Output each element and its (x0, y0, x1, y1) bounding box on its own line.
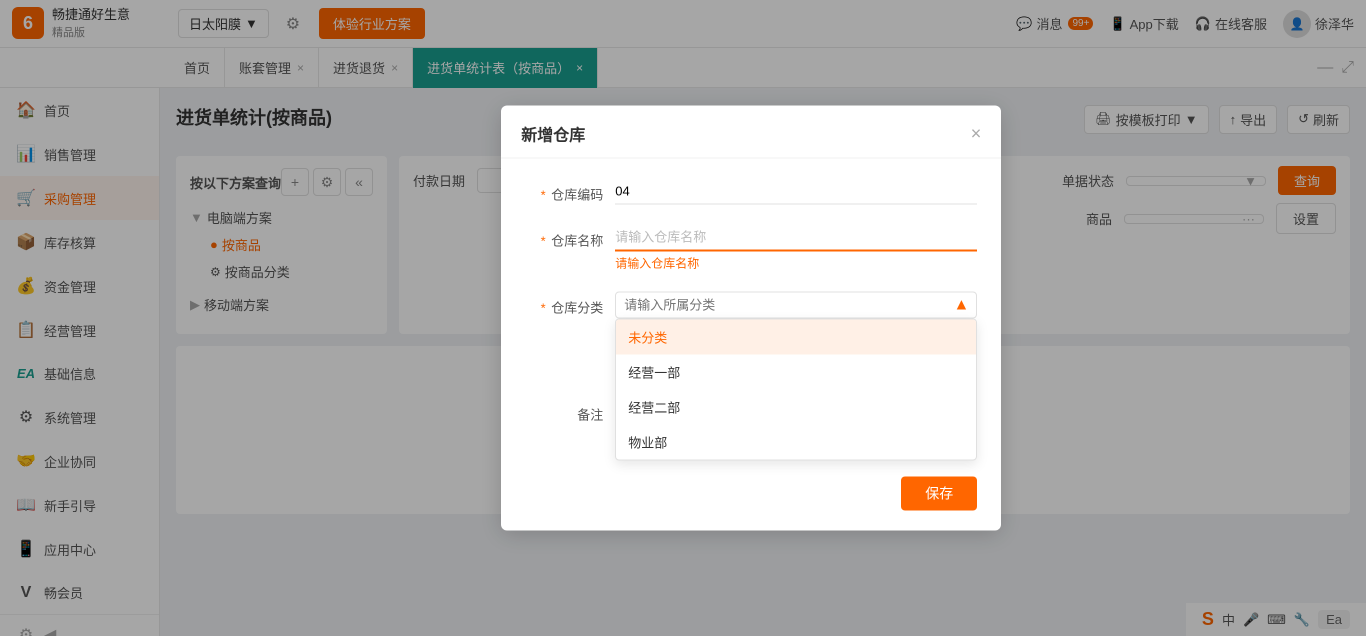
required-star-name: * (541, 234, 546, 249)
dropdown-item-dept1[interactable]: 经营一部 (616, 355, 976, 390)
required-star-cat: * (541, 301, 546, 316)
form-row-category: * 仓库分类 ▲ 未分类 经营一部 经营二部 物业部 (525, 292, 977, 319)
modal-body: * 仓库编码 * 仓库名称 请输入仓库名称 * 仓库分类 (501, 159, 1001, 465)
dropdown-item-property[interactable]: 物业部 (616, 425, 976, 460)
required-star: * (541, 188, 546, 203)
dropdown-item-unclassified[interactable]: 未分类 (616, 320, 976, 355)
form-row-name: * 仓库名称 请输入仓库名称 (525, 225, 977, 272)
name-error-msg: 请输入仓库名称 (615, 255, 977, 272)
category-input[interactable] (615, 292, 977, 319)
modal-footer: 保存 (501, 465, 1001, 531)
code-label: * 仓库编码 (525, 179, 615, 204)
code-input[interactable] (615, 179, 977, 205)
name-label: * 仓库名称 (525, 225, 615, 250)
name-input-wrap: 请输入仓库名称 (615, 225, 977, 272)
add-warehouse-modal: 新增仓库 × * 仓库编码 * 仓库名称 请输入仓库名称 (501, 106, 1001, 531)
dropdown-item-dept2[interactable]: 经营二部 (616, 390, 976, 425)
modal-header: 新增仓库 × (501, 106, 1001, 159)
name-input[interactable] (615, 225, 977, 252)
save-button[interactable]: 保存 (901, 477, 977, 511)
remark-label: 备注 (525, 399, 615, 424)
code-input-wrap (615, 179, 977, 205)
form-row-code: * 仓库编码 (525, 179, 977, 205)
modal-title: 新增仓库 (521, 122, 585, 146)
category-input-wrap: ▲ 未分类 经营一部 经营二部 物业部 (615, 292, 977, 319)
category-dropdown: 未分类 经营一部 经营二部 物业部 (615, 319, 977, 461)
modal-close-btn[interactable]: × (971, 123, 982, 144)
category-label: * 仓库分类 (525, 292, 615, 317)
